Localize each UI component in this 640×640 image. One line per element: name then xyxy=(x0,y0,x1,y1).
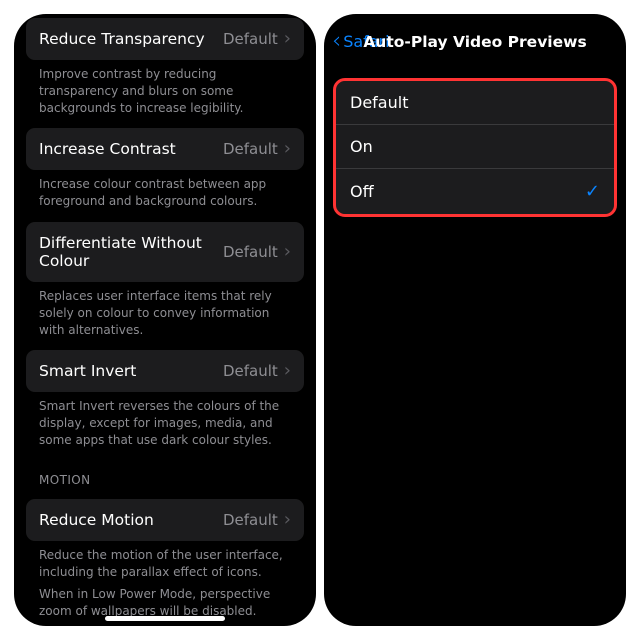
row-reduce-transparency[interactable]: Reduce Transparency Default › xyxy=(26,18,304,60)
home-indicator[interactable] xyxy=(105,616,225,621)
chevron-right-icon: › xyxy=(284,511,291,529)
option-off[interactable]: Off ✓ xyxy=(336,168,614,214)
checkmark-icon: ✓ xyxy=(585,181,600,202)
row-title: Reduce Transparency xyxy=(39,30,205,48)
nav-bar: ‹ Safari Auto-Play Video Previews xyxy=(324,14,626,63)
row-desc: Replaces user interface items that rely … xyxy=(26,282,304,340)
row-desc: Increase colour contrast between app for… xyxy=(26,170,304,212)
autoplay-options-screen: ‹ Safari Auto-Play Video Previews Defaul… xyxy=(324,14,626,626)
back-label: Safari xyxy=(343,32,389,51)
row-title: Differentiate Without Colour xyxy=(39,234,223,270)
row-title: Smart Invert xyxy=(39,362,136,380)
row-title: Reduce Motion xyxy=(39,511,154,529)
row-value: Default xyxy=(223,362,278,380)
option-label: Default xyxy=(350,93,408,112)
settings-list: Reduce Transparency Default › Improve co… xyxy=(14,18,316,626)
row-reduce-motion[interactable]: Reduce Motion Default › xyxy=(26,499,304,541)
settings-display-screen: Reduce Transparency Default › Improve co… xyxy=(14,14,316,626)
row-title: Increase Contrast xyxy=(39,140,176,158)
row-value: Default xyxy=(223,140,278,158)
row-desc: Reduce the motion of the user interface,… xyxy=(26,541,304,583)
option-on[interactable]: On xyxy=(336,124,614,168)
option-label: Off xyxy=(350,182,374,201)
chevron-right-icon: › xyxy=(284,362,291,380)
chevron-right-icon: › xyxy=(284,30,291,48)
row-increase-contrast[interactable]: Increase Contrast Default › xyxy=(26,128,304,170)
row-smart-invert[interactable]: Smart Invert Default › xyxy=(26,350,304,392)
autoplay-options-group: Default On Off ✓ xyxy=(336,81,614,214)
option-default[interactable]: Default xyxy=(336,81,614,124)
chevron-right-icon: › xyxy=(284,243,291,261)
back-button[interactable]: ‹ Safari xyxy=(332,30,390,53)
row-differentiate-without-colour[interactable]: Differentiate Without Colour Default › xyxy=(26,222,304,282)
chevron-left-icon: ‹ xyxy=(332,30,341,53)
row-desc: Smart Invert reverses the colours of the… xyxy=(26,392,304,450)
chevron-right-icon: › xyxy=(284,140,291,158)
option-label: On xyxy=(350,137,373,156)
row-value: Default xyxy=(223,243,278,261)
row-desc: Improve contrast by reducing transparenc… xyxy=(26,60,304,118)
section-header-motion: MOTION xyxy=(26,451,304,489)
row-value: Default xyxy=(223,30,278,48)
row-value: Default xyxy=(223,511,278,529)
